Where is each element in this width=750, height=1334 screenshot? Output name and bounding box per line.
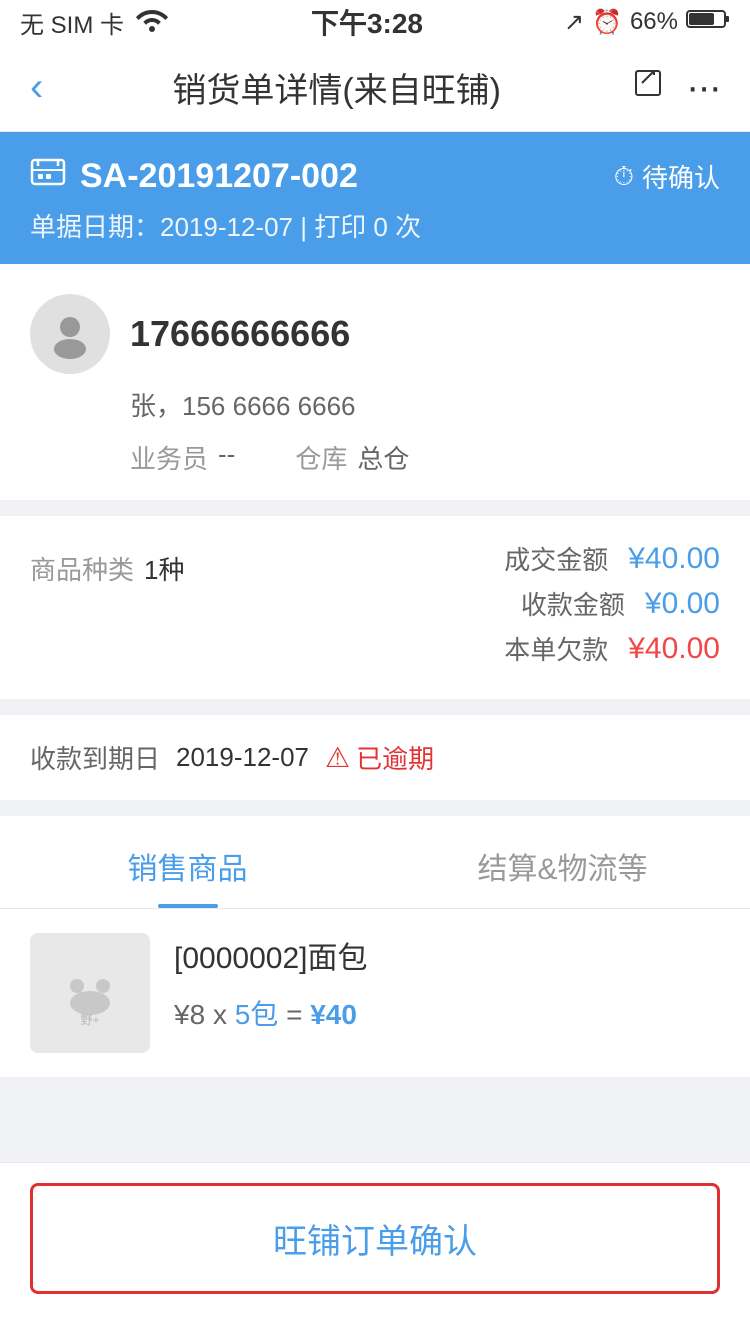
order-header: SA-20191207-002 ⏱ 待确认 单据日期：2019-12-07 | …: [0, 132, 750, 264]
owed-label: 本单欠款: [504, 630, 608, 667]
owed-value: ¥40.00: [628, 632, 720, 666]
goods-type: 商品种类 1种: [30, 550, 184, 587]
overdue-text: 已逾期: [356, 739, 434, 776]
customer-name: 张，156 6666 6666: [30, 386, 720, 423]
location-icon: ↗: [564, 8, 584, 37]
status-bar: 无 SIM 卡 下午3:28 ↗ ⏰ 66%: [0, 0, 750, 44]
order-icon: [30, 156, 66, 197]
product-name: [0000002]面包: [174, 933, 720, 977]
order-date: 单据日期：2019-12-07 | 打印 0 次: [30, 207, 720, 244]
wifi-icon: [134, 6, 170, 39]
avatar: [30, 294, 110, 374]
product-info: [0000002]面包 ¥8 x 5包 = ¥40: [174, 933, 720, 1033]
clock-icon: ⏱: [614, 161, 634, 193]
price-multiply: x: [213, 999, 235, 1030]
customer-meta: 业务员 -- 仓库 总仓: [30, 439, 720, 476]
salesman-label: 业务员: [130, 439, 208, 476]
status-left: 无 SIM 卡: [20, 5, 170, 40]
product-price: ¥8 x 5包 = ¥40: [174, 993, 720, 1033]
battery-text: 66%: [630, 8, 678, 36]
status-right: ↗ ⏰ 66%: [564, 8, 730, 37]
confirm-button[interactable]: 旺铺订单确认: [30, 1183, 720, 1294]
due-date-value: 2019-12-07: [176, 742, 309, 773]
tabs-header: 销售商品 结算&物流等: [0, 816, 750, 909]
order-id: SA-20191207-002: [30, 156, 358, 197]
due-section: 收款到期日 2019-12-07 ⚠ 已逾期: [0, 715, 750, 800]
salesman-value: --: [218, 439, 235, 476]
due-date-label: 收款到期日: [30, 739, 160, 776]
summary-section: 商品种类 1种 成交金额 ¥40.00 收款金额 ¥0.00 本单欠款 ¥40.…: [0, 516, 750, 699]
price-equals: =: [286, 999, 310, 1030]
warehouse-label: 仓库: [295, 439, 347, 476]
tab-sales-goods[interactable]: 销售商品: [0, 816, 375, 908]
more-icon[interactable]: ···: [686, 65, 720, 110]
customer-phone: 17666666666: [130, 313, 350, 355]
product-item: 野+ [0000002]面包 ¥8 x 5包 = ¥40: [30, 933, 720, 1053]
nav-actions: ···: [630, 65, 720, 110]
tab-settlement[interactable]: 结算&物流等: [375, 816, 750, 908]
product-list: 野+ [0000002]面包 ¥8 x 5包 = ¥40: [0, 909, 750, 1077]
summary-amounts: 成交金额 ¥40.00 收款金额 ¥0.00 本单欠款 ¥40.00: [504, 540, 720, 675]
page-title: 销货单详情(来自旺铺): [172, 63, 501, 112]
battery-icon: [686, 8, 730, 37]
back-button[interactable]: ‹: [30, 65, 43, 110]
product-thumbnail: 野+: [30, 933, 150, 1053]
goods-type-label: 商品种类: [30, 550, 134, 587]
warning-icon: ⚠: [325, 741, 350, 774]
customer-section: 17666666666 张，156 6666 6666 业务员 -- 仓库 总仓: [0, 264, 750, 500]
nav-bar: ‹ 销货单详情(来自旺铺) ···: [0, 44, 750, 132]
alarm-icon: ⏰: [592, 8, 622, 37]
overdue-badge: ⚠ 已逾期: [325, 739, 434, 776]
collection-label: 收款金额: [521, 585, 625, 622]
share-icon[interactable]: [630, 65, 666, 110]
price-value: ¥8: [174, 999, 205, 1030]
collection-value: ¥0.00: [645, 587, 720, 621]
goods-type-value: 1种: [144, 550, 184, 587]
bottom-button-area: 旺铺订单确认: [0, 1162, 750, 1334]
svg-text:野+: 野+: [80, 1013, 99, 1027]
sim-status: 无 SIM 卡: [20, 5, 124, 40]
tabs-section: 销售商品 结算&物流等 野+ [0000002]面包 ¥8 x 5包 =: [0, 816, 750, 1077]
order-status: ⏱ 待确认: [614, 158, 720, 195]
deal-value: ¥40.00: [628, 542, 720, 576]
warehouse-value: 总仓: [357, 439, 409, 476]
product-total: ¥40: [310, 999, 357, 1030]
deal-label: 成交金额: [504, 540, 608, 577]
product-qty: 5包: [235, 999, 279, 1030]
status-time: 下午3:28: [311, 2, 423, 42]
